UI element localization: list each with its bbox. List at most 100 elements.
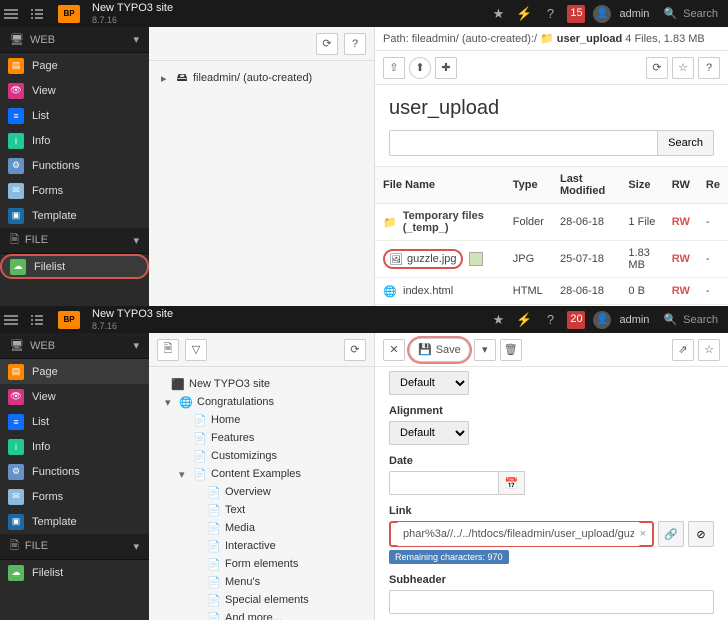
refresh-button[interactable]: ⟳ <box>316 33 338 55</box>
bookmark-icon[interactable]: ★ <box>489 5 507 23</box>
modules-icon[interactable] <box>26 0 48 27</box>
cache-icon[interactable]: ⚡ <box>515 5 533 23</box>
tree-node[interactable]: 📄And more... <box>155 609 368 620</box>
user-avatar[interactable]: 👤 <box>593 311 611 329</box>
sidebar-section-web[interactable]: 🖥WEB▾ <box>0 333 149 359</box>
sidebar-item-list[interactable]: ≡List <box>0 103 149 128</box>
user-name[interactable]: admin <box>619 8 649 20</box>
menu-icon[interactable] <box>0 0 22 27</box>
link-wizard-button[interactable]: 🔗 <box>658 521 684 547</box>
tree-help-button[interactable]: ? <box>344 33 366 55</box>
menu-icon[interactable] <box>0 306 22 333</box>
level-up-button[interactable]: ⇧ <box>383 57 405 79</box>
tree-node[interactable]: 📄Form elements <box>155 555 368 573</box>
file-toolbar: ⇧ ⬆ ✚ ⟳ ☆ ? <box>375 51 728 85</box>
col-size[interactable]: Size <box>620 167 663 204</box>
tree-node[interactable]: 📄Text <box>155 501 368 519</box>
save-button[interactable]: 💾Save <box>409 338 470 362</box>
sidebar-item-functions[interactable]: ⚙Functions <box>0 459 149 484</box>
refresh-tree-button[interactable]: ⟳ <box>344 339 366 361</box>
col-modified[interactable]: Last Modified <box>552 167 620 204</box>
delete-button[interactable]: 🗑 <box>500 339 522 361</box>
sidebar-item-filelist[interactable]: ☁Filelist <box>0 254 149 279</box>
tree-root[interactable]: ▸ 🖴 fileadmin/ (auto-created) <box>155 69 368 87</box>
save-dropdown[interactable]: ▾ <box>474 339 496 361</box>
alignment-select[interactable]: Default <box>389 421 469 445</box>
tree-node[interactable]: ▾🌐Congratulations <box>155 393 368 411</box>
clear-icon[interactable]: × <box>640 528 646 540</box>
subheader-input[interactable] <box>389 590 714 614</box>
sidebar-item-list[interactable]: ≡List <box>0 409 149 434</box>
col-re[interactable]: Re <box>698 167 728 204</box>
file-icon: 🖼 <box>389 252 403 266</box>
bookmark-button[interactable]: ☆ <box>672 57 694 79</box>
calendar-icon[interactable]: 📅 <box>499 471 525 495</box>
tree-node[interactable]: ⬛New TYPO3 site <box>155 375 368 393</box>
sidebar-item-template[interactable]: ▣Template <box>0 203 149 228</box>
calendar-badge[interactable]: 15 <box>567 5 585 23</box>
filter-button[interactable]: ▽ <box>185 339 207 361</box>
file-tree-panel: ⟳ ? ▸ 🖴 fileadmin/ (auto-created) <box>149 27 375 306</box>
sidebar-item-filelist[interactable]: ☁Filelist <box>0 560 149 585</box>
help-icon[interactable]: ? <box>541 311 559 329</box>
table-row[interactable]: 📁Temporary files (_temp_)Folder28-06-181… <box>375 204 728 241</box>
link-input[interactable] <box>397 522 640 546</box>
link-input-wrap: × <box>389 521 654 547</box>
chevron-down-icon: ▾ <box>133 33 139 46</box>
calendar-badge[interactable]: 20 <box>567 311 585 329</box>
sidebar-item-page[interactable]: ▤Page <box>0 359 149 384</box>
global-search[interactable]: 🔍 Search <box>663 7 718 20</box>
bookmark-icon[interactable]: ★ <box>489 311 507 329</box>
tree-node[interactable]: 📄Home <box>155 411 368 429</box>
sidebar-section-file[interactable]: 🗎FILE▾ <box>0 534 149 560</box>
tree-node[interactable]: 📄Media <box>155 519 368 537</box>
col-rw[interactable]: RW <box>664 167 698 204</box>
help-icon[interactable]: ? <box>541 5 559 23</box>
sidebar-section-web[interactable]: 🖥WEB▾ <box>0 27 149 53</box>
tree-node[interactable]: 📄Features <box>155 429 368 447</box>
sidebar-section-file[interactable]: 🗎FILE▾ <box>0 228 149 254</box>
modules-icon[interactable] <box>26 306 48 333</box>
tree-node[interactable]: 📄Customizings <box>155 447 368 465</box>
table-row[interactable]: 🖼guzzle.jpgJPG25-07-181.83 MBRW- <box>375 241 728 278</box>
sidebar-item-info[interactable]: iInfo <box>0 128 149 153</box>
file-search-input[interactable] <box>389 130 658 156</box>
bookmark-edit-button[interactable]: ☆ <box>698 339 720 361</box>
layout-select[interactable]: Default <box>389 371 469 395</box>
refresh-main-button[interactable]: ⟳ <box>646 57 668 79</box>
tree-node[interactable]: 📄Menu's <box>155 573 368 591</box>
typo3-logo: BP <box>54 0 84 27</box>
site-title: New TYPO3 site <box>92 308 173 320</box>
sidebar-item-functions[interactable]: ⚙Functions <box>0 153 149 178</box>
cache-icon[interactable]: ⚡ <box>515 311 533 329</box>
collapse-icon[interactable]: ▸ <box>161 72 171 85</box>
tree-node[interactable]: ▾📄Content Examples <box>155 465 368 483</box>
tree-node[interactable]: 📄Interactive <box>155 537 368 555</box>
sidebar-item-page[interactable]: ▤Page <box>0 53 149 78</box>
sidebar-item-template[interactable]: ▣Template <box>0 509 149 534</box>
date-input[interactable] <box>389 471 499 495</box>
help-main-button[interactable]: ? <box>698 57 720 79</box>
col-filename[interactable]: File Name <box>375 167 505 204</box>
chevron-down-icon: ▾ <box>133 234 139 247</box>
sidebar-item-view[interactable]: 👁View <box>0 384 149 409</box>
user-avatar[interactable]: 👤 <box>593 5 611 23</box>
tree-node[interactable]: 📄Overview <box>155 483 368 501</box>
tree-node[interactable]: 📄Special elements <box>155 591 368 609</box>
sidebar-item-info[interactable]: iInfo <box>0 434 149 459</box>
global-search[interactable]: 🔍 Search <box>663 313 718 326</box>
sidebar-item-view[interactable]: 👁View <box>0 78 149 103</box>
user-name[interactable]: admin <box>619 314 649 326</box>
close-button[interactable]: ✕ <box>383 339 405 361</box>
sidebar-item-forms[interactable]: ✉Forms <box>0 484 149 509</box>
table-row[interactable]: 🌐index.htmlHTML28-06-180 BRW- <box>375 278 728 305</box>
link-unlink-button[interactable]: ⊘ <box>688 521 714 547</box>
new-page-button[interactable]: 🗎 <box>157 339 179 361</box>
share-button[interactable]: ⇗ <box>672 339 694 361</box>
path-bar: Path: fileadmin/ (auto-created):/ 📁 user… <box>375 27 728 51</box>
sidebar-item-forms[interactable]: ✉Forms <box>0 178 149 203</box>
new-button[interactable]: ✚ <box>435 57 457 79</box>
upload-button[interactable]: ⬆ <box>409 57 431 79</box>
file-search-button[interactable]: Search <box>658 130 714 156</box>
col-type[interactable]: Type <box>505 167 552 204</box>
